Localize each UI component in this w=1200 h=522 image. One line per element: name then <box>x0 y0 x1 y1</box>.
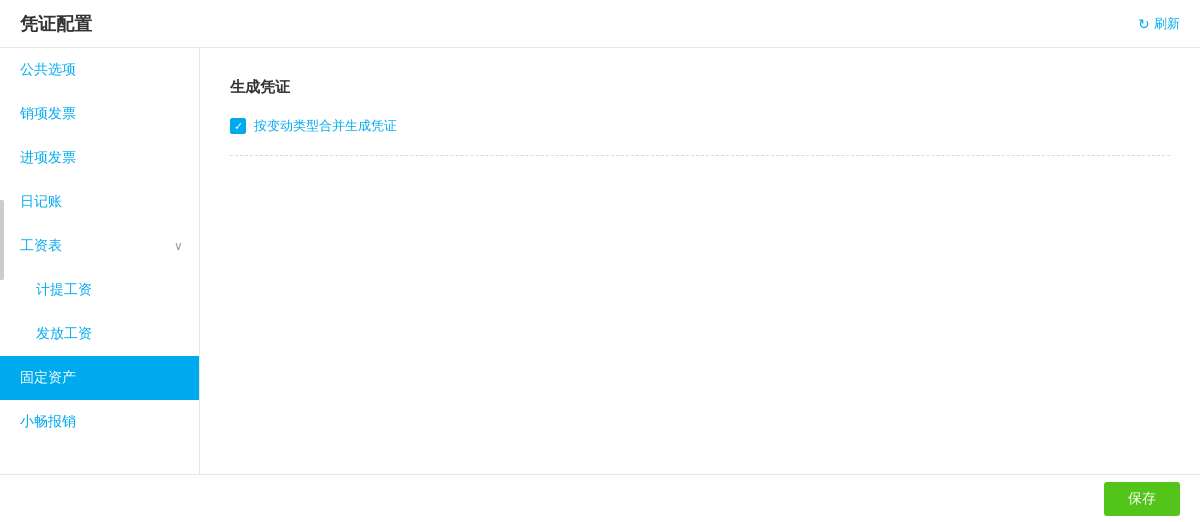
checkbox-label[interactable]: 按变动类型合并生成凭证 <box>254 117 397 135</box>
merge-checkbox[interactable]: ✓ <box>230 118 246 134</box>
header: 凭证配置 ↻ 刷新 <box>0 0 1200 48</box>
main-content: 生成凭证 ✓ 按变动类型合并生成凭证 <box>200 48 1200 474</box>
sidebar-item-label: 小畅报销 <box>20 413 76 431</box>
sidebar-item-journal[interactable]: 日记账 <box>0 180 199 224</box>
sidebar-item-label: 销项发票 <box>20 105 76 123</box>
left-edge-indicator <box>0 200 4 280</box>
check-icon: ✓ <box>234 121 243 132</box>
save-button[interactable]: 保存 <box>1104 482 1180 516</box>
footer: 保存 <box>0 474 1200 522</box>
sidebar-item-label: 发放工资 <box>36 325 92 343</box>
sidebar-item-label: 工资表 <box>20 237 62 255</box>
sidebar-item-fixed-assets[interactable]: 固定资产 <box>0 356 199 400</box>
sidebar-item-public-options[interactable]: 公共选项 <box>0 48 199 92</box>
sidebar-item-label: 公共选项 <box>20 61 76 79</box>
sidebar-item-payroll-table[interactable]: 工资表 ∨ <box>0 224 199 268</box>
sidebar-item-expense-claim[interactable]: 小畅报销 <box>0 400 199 444</box>
sidebar: 公共选项销项发票进项发票日记账工资表 ∨ 计提工资发放工资固定资产小畅报销 <box>0 48 200 474</box>
sidebar-item-purchase-invoice[interactable]: 进项发票 <box>0 136 199 180</box>
main-layout: 公共选项销项发票进项发票日记账工资表 ∨ 计提工资发放工资固定资产小畅报销 生成凭证… <box>0 48 1200 474</box>
section-title: 生成凭证 <box>230 78 1170 97</box>
page-title: 凭证配置 <box>20 12 92 36</box>
sidebar-item-issue-salary[interactable]: 发放工资 <box>0 312 199 356</box>
refresh-icon: ↻ <box>1138 16 1150 32</box>
divider <box>230 155 1170 156</box>
sidebar-item-label: 日记账 <box>20 193 62 211</box>
sidebar-item-commission-salary[interactable]: 计提工资 <box>0 268 199 312</box>
sidebar-item-label: 固定资产 <box>20 369 76 387</box>
refresh-button[interactable]: ↻ 刷新 <box>1138 15 1180 33</box>
sidebar-item-label: 进项发票 <box>20 149 76 167</box>
sidebar-item-label: 计提工资 <box>36 281 92 299</box>
checkbox-row: ✓ 按变动类型合并生成凭证 <box>230 117 1170 135</box>
sidebar-item-sales-invoice[interactable]: 销项发票 <box>0 92 199 136</box>
chevron-down-icon: ∨ <box>174 239 183 253</box>
refresh-label: 刷新 <box>1154 15 1180 33</box>
